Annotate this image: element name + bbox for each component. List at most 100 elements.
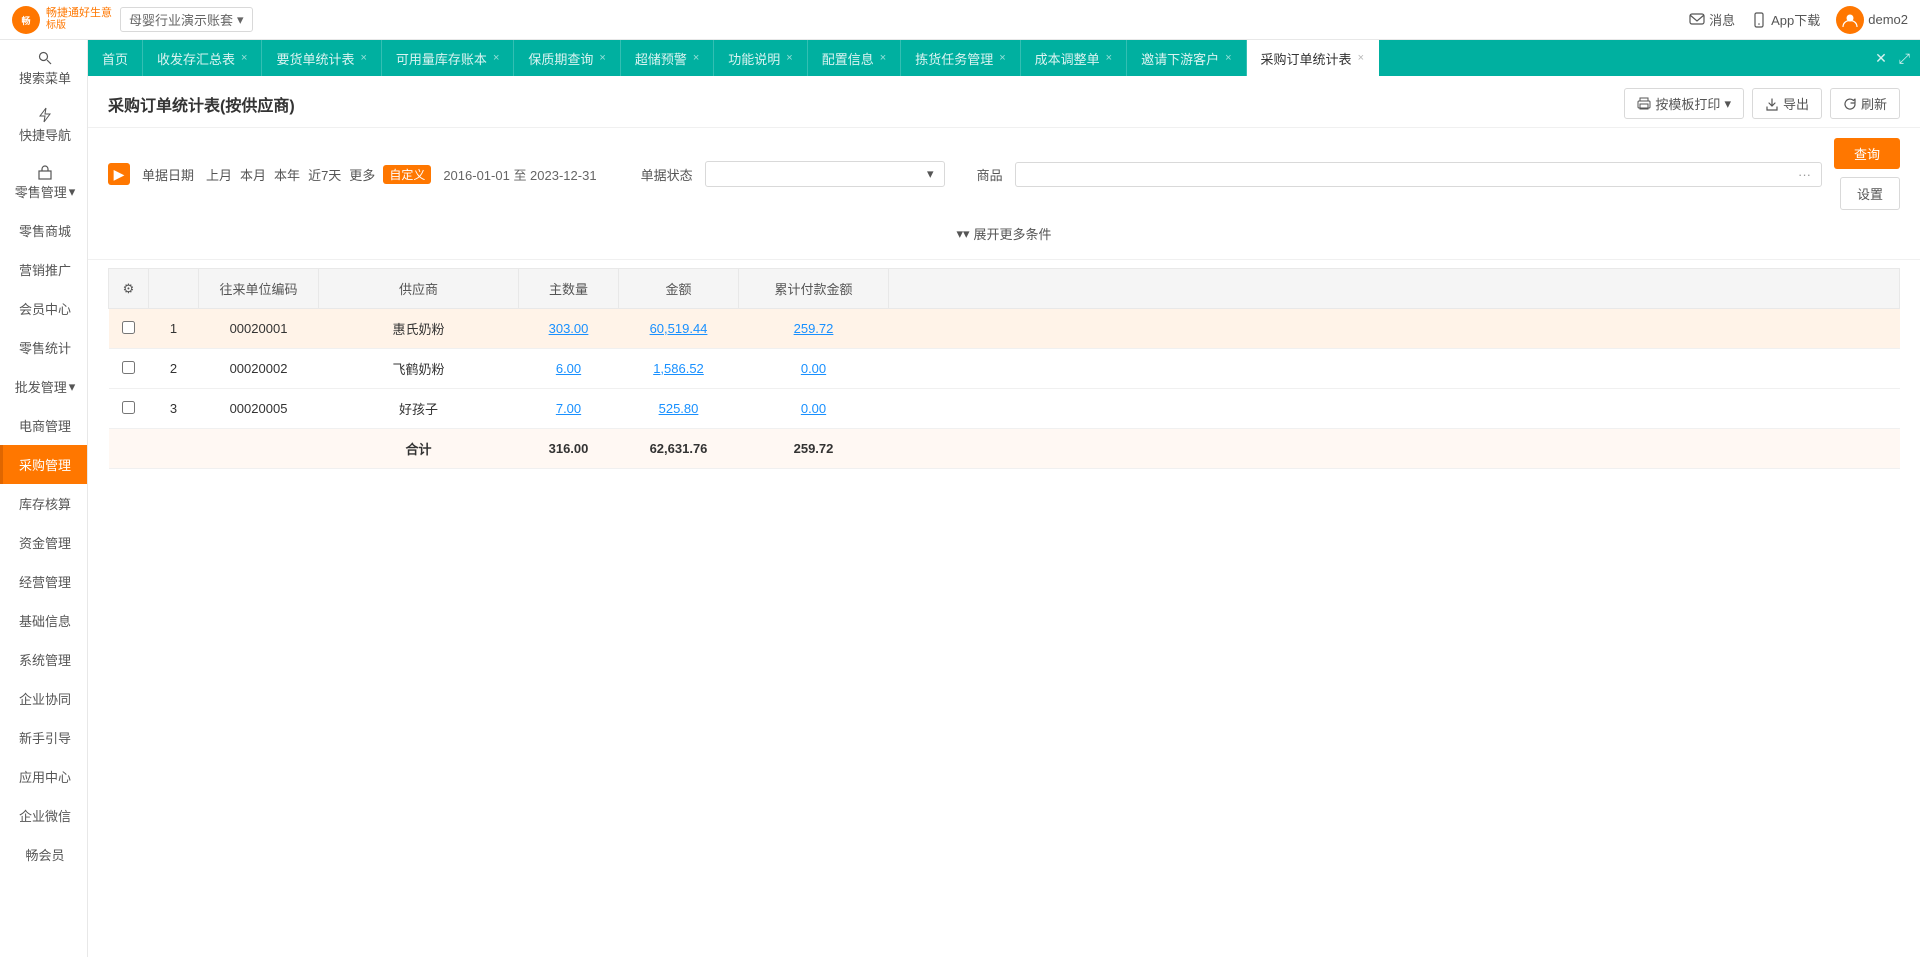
row-amount[interactable]: 60,519.44: [619, 309, 739, 349]
tab-cost-adjust[interactable]: 成本调整单 ×: [1021, 40, 1127, 76]
tab-pick-task[interactable]: 拣货任务管理 ×: [901, 40, 1020, 76]
tab-overstock-warning-close[interactable]: ×: [693, 52, 699, 64]
tab-expiry-query-close[interactable]: ×: [599, 52, 605, 64]
shortcut-7days[interactable]: 近7天: [308, 165, 341, 184]
shortcut-last-month[interactable]: 上月: [206, 165, 232, 184]
sidebar-item-wechat[interactable]: 企业微信: [0, 796, 87, 835]
row-amount[interactable]: 525.80: [619, 389, 739, 429]
sidebar-item-quick[interactable]: 快捷导航: [0, 97, 87, 154]
row-check[interactable]: [109, 349, 149, 389]
sidebar-item-inventory[interactable]: 库存核算: [0, 484, 87, 523]
message-button[interactable]: 消息: [1689, 10, 1735, 29]
tab-goods-summary-label: 要货单统计表: [276, 49, 354, 68]
row-qty[interactable]: 7.00: [519, 389, 619, 429]
sidebar-item-retail[interactable]: 零售管理 ▾: [0, 154, 87, 211]
sidebar-item-ecommerce[interactable]: 电商管理: [0, 406, 87, 445]
row-qty[interactable]: 303.00: [519, 309, 619, 349]
settings-button[interactable]: 设置: [1840, 177, 1900, 210]
tab-collect-summary[interactable]: 收发存汇总表 ×: [143, 40, 262, 76]
tab-available-stock[interactable]: 可用量库存账本 ×: [382, 40, 514, 76]
date-filter-label: 单据日期: [142, 165, 194, 184]
template-arrow-icon: ▾: [1724, 96, 1731, 112]
page-content: 采购订单统计表(按供应商) 按模板打印 ▾ 导出: [88, 76, 1920, 957]
sidebar-item-enterprise[interactable]: 企业协同: [0, 679, 87, 718]
row-code: 00020005: [199, 389, 319, 429]
row-paid[interactable]: 0.00: [739, 389, 889, 429]
tab-goods-summary[interactable]: 要货单统计表 ×: [262, 40, 381, 76]
sidebar-item-app-center[interactable]: 应用中心: [0, 757, 87, 796]
tab-pick-task-close[interactable]: ×: [999, 52, 1005, 64]
query-button[interactable]: 查询: [1834, 138, 1900, 169]
tab-expiry-query[interactable]: 保质期查询 ×: [514, 40, 620, 76]
sidebar-item-retail-mall[interactable]: 零售商城: [0, 211, 87, 250]
tab-invite-downstream[interactable]: 邀请下游客户 ×: [1127, 40, 1246, 76]
tab-available-stock-label: 可用量库存账本: [396, 49, 487, 68]
sidebar-item-newbie[interactable]: 新手引导: [0, 718, 87, 757]
workspace-name: 母婴行业演示账套: [129, 10, 233, 29]
row-check[interactable]: [109, 309, 149, 349]
row-extra: [889, 309, 1900, 349]
sidebar-item-marketing[interactable]: 营销推广: [0, 250, 87, 289]
status-arrow-icon: ▾: [927, 166, 934, 182]
tab-purchase-summary-close[interactable]: ×: [1358, 52, 1364, 64]
page-inner: 采购订单统计表(按供应商) 按模板打印 ▾ 导出: [88, 76, 1920, 957]
tab-home-label: 首页: [102, 49, 128, 68]
sidebar-item-wholesale[interactable]: 批发管理 ▾: [0, 367, 87, 406]
row-paid[interactable]: 0.00: [739, 349, 889, 389]
sidebar-item-vip[interactable]: 畅会员: [0, 835, 87, 874]
footer-amount: 62,631.76: [619, 429, 739, 469]
expand-more-label: 展开更多条件: [974, 224, 1052, 243]
tab-purchase-summary[interactable]: 采购订单统计表 ×: [1247, 40, 1379, 76]
row-amount[interactable]: 1,586.52: [619, 349, 739, 389]
sidebar-item-member[interactable]: 会员中心: [0, 289, 87, 328]
row-check[interactable]: [109, 389, 149, 429]
footer-paid: 259.72: [739, 429, 889, 469]
status-dropdown[interactable]: ▾: [705, 161, 945, 187]
shortcut-more[interactable]: 更多: [349, 165, 375, 184]
sidebar-item-purchase[interactable]: 采购管理: [0, 445, 87, 484]
logo-text: 畅捷通好生意 标版: [46, 7, 112, 32]
col-header-settings[interactable]: ⚙: [109, 269, 149, 309]
tab-invite-downstream-close[interactable]: ×: [1225, 52, 1231, 64]
filter-toggle-button[interactable]: ▶: [108, 163, 130, 185]
status-filter-label: 单据状态: [641, 165, 693, 184]
sidebar-item-basic[interactable]: 基础信息: [0, 601, 87, 640]
user-area[interactable]: demo2: [1836, 6, 1908, 34]
sidebar-item-finance[interactable]: 资金管理: [0, 523, 87, 562]
table-settings-icon[interactable]: ⚙: [123, 281, 135, 296]
template-print-button[interactable]: 按模板打印 ▾: [1624, 88, 1744, 119]
tab-close-all-button[interactable]: ✕: [1873, 48, 1889, 69]
row-paid[interactable]: 259.72: [739, 309, 889, 349]
row-no: 2: [149, 349, 199, 389]
sidebar-label-app-center: 应用中心: [19, 767, 71, 786]
date-custom-tag[interactable]: 自定义: [383, 165, 431, 184]
sidebar-label-inventory: 库存核算: [19, 494, 71, 513]
shortcut-this-year[interactable]: 本年: [274, 165, 300, 184]
goods-input[interactable]: ···: [1015, 162, 1822, 187]
tab-maximize-button[interactable]: ⤢: [1897, 48, 1912, 69]
tab-home[interactable]: 首页: [88, 40, 143, 76]
export-button[interactable]: 导出: [1752, 88, 1822, 119]
tab-func-desc[interactable]: 功能说明 ×: [714, 40, 807, 76]
tab-config-info-close[interactable]: ×: [880, 52, 886, 64]
goods-more-icon[interactable]: ···: [1798, 167, 1811, 182]
tab-func-desc-close[interactable]: ×: [786, 52, 792, 64]
workspace-selector[interactable]: 母婴行业演示账套 ▾: [120, 7, 253, 32]
tab-collect-summary-close[interactable]: ×: [241, 52, 247, 64]
shortcut-this-month[interactable]: 本月: [240, 165, 266, 184]
sidebar-item-operation[interactable]: 经营管理: [0, 562, 87, 601]
sidebar-item-search[interactable]: 搜索菜单: [0, 40, 87, 97]
tab-purchase-summary-label: 采购订单统计表: [1261, 49, 1352, 68]
tab-available-stock-close[interactable]: ×: [493, 52, 499, 64]
sidebar-label-finance: 资金管理: [19, 533, 71, 552]
row-qty[interactable]: 6.00: [519, 349, 619, 389]
tab-cost-adjust-close[interactable]: ×: [1106, 52, 1112, 64]
sidebar-item-system[interactable]: 系统管理: [0, 640, 87, 679]
tab-overstock-warning[interactable]: 超储预警 ×: [621, 40, 714, 76]
refresh-button[interactable]: 刷新: [1830, 88, 1900, 119]
app-download-button[interactable]: App下载: [1751, 10, 1820, 29]
tab-config-info[interactable]: 配置信息 ×: [808, 40, 901, 76]
expand-more-button[interactable]: ▾▾ 展开更多条件: [108, 218, 1900, 249]
tab-goods-summary-close[interactable]: ×: [360, 52, 366, 64]
sidebar-item-retail-stat[interactable]: 零售统计: [0, 328, 87, 367]
